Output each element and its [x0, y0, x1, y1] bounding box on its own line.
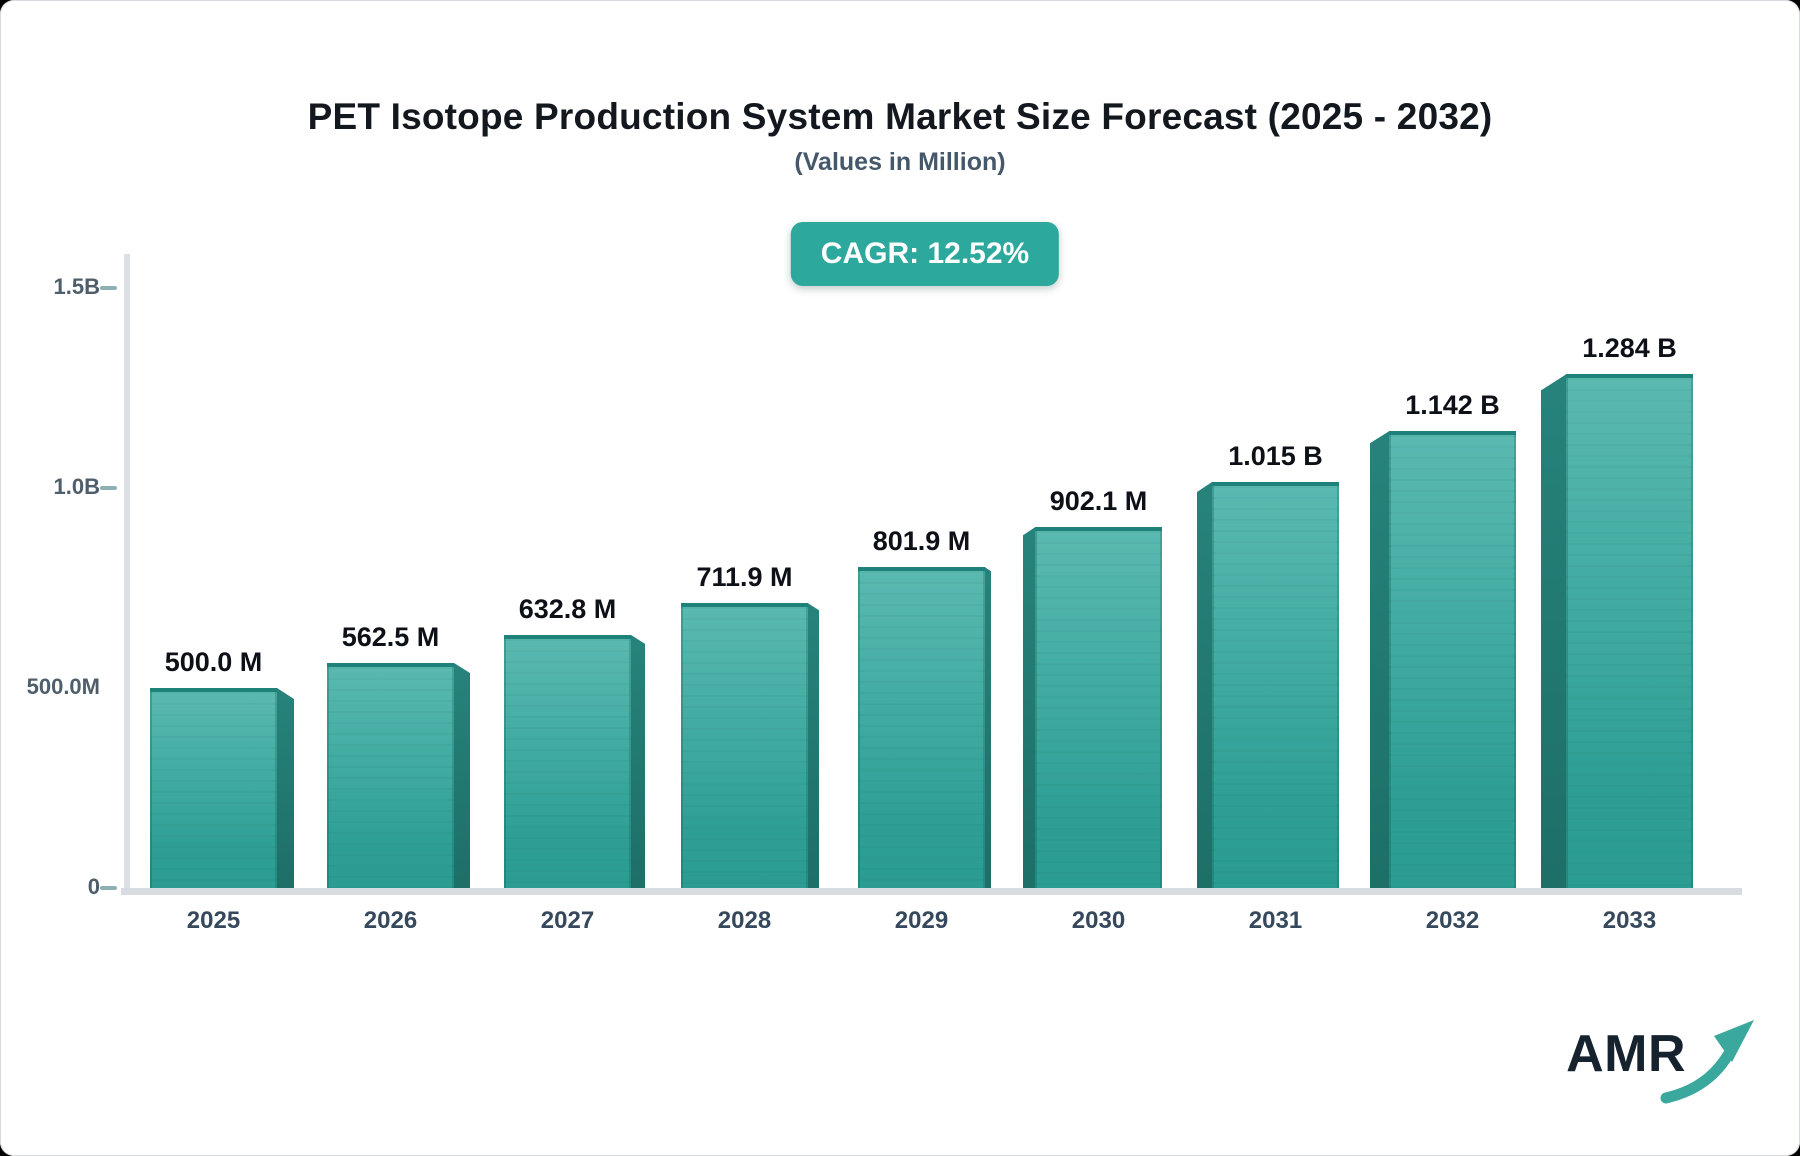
- bar-value-label: 1.284 B: [1582, 333, 1677, 364]
- bar-2025: 500.0 M: [150, 647, 294, 888]
- bar-value-label: 1.142 B: [1405, 390, 1500, 421]
- bar-front-face: [1035, 527, 1162, 888]
- chart-title: PET Isotope Production System Market Siz…: [307, 96, 1493, 137]
- x-axis-label-2025: 2025: [186, 907, 241, 934]
- bar-front-face: [504, 634, 631, 888]
- y-tick-label: 500.0M: [26, 674, 100, 699]
- bar-side-face: [454, 663, 470, 888]
- growth-arrow-icon: [1660, 1020, 1754, 1104]
- bar-value-label: 801.9 M: [872, 526, 971, 557]
- bar-value-label: 902.1 M: [1049, 486, 1148, 517]
- bar-side-face: [1197, 482, 1212, 888]
- bar-side-face: [808, 603, 819, 888]
- x-axis-label-2027: 2027: [540, 907, 595, 934]
- y-tick-dash: [100, 286, 117, 290]
- x-axis-label-2033: 2033: [1602, 907, 1657, 934]
- bar-2029: 801.9 M: [858, 526, 991, 888]
- bar-value-label: 632.8 M: [518, 593, 617, 624]
- bar-value-label: 500.0 M: [164, 647, 263, 677]
- bar-front-face: [1212, 482, 1339, 888]
- y-axis-line: [124, 254, 130, 895]
- bar-side-face: [985, 567, 991, 888]
- bar-2032: 1.142 B: [1370, 390, 1516, 888]
- y-tick-label: 0: [87, 874, 100, 899]
- y-tick-label: 1.5B: [53, 274, 100, 299]
- bar-2033: 1.284 B: [1541, 333, 1693, 888]
- cagr-badge: CAGR: 12.52%: [790, 222, 1060, 286]
- x-axis-label-2030: 2030: [1071, 907, 1126, 934]
- bar-side-face: [1541, 374, 1566, 888]
- y-tick-label: 1.0B: [53, 474, 100, 499]
- bar-2031: 1.015 B: [1197, 441, 1339, 888]
- bar-front-face: [1389, 431, 1516, 888]
- bar-2028: 711.9 M: [681, 562, 819, 888]
- bar-2026: 562.5 M: [327, 622, 470, 888]
- bar-side-face: [1023, 527, 1035, 888]
- bar-front-face: [681, 603, 808, 888]
- bar-front-face: [150, 688, 277, 888]
- chart-canvas: PET Isotope Production System Market Siz…: [0, 0, 1800, 1156]
- plot-area: 1.5B 1.0B 500.0M 0 500.0 M 2025 562.5 M 2026 63…: [0, 254, 1800, 934]
- bar-side-face: [631, 634, 645, 888]
- x-axis-label-2031: 2031: [1248, 907, 1303, 934]
- chart-subtitle: (Values in Million): [794, 148, 1006, 176]
- x-axis-baseline: [121, 888, 1742, 895]
- bar-front-face: [858, 567, 985, 888]
- y-tick-dash: [100, 486, 117, 490]
- bar-side-face: [1370, 431, 1389, 888]
- bar-side-face: [277, 688, 294, 888]
- y-tick-dash: [100, 886, 117, 890]
- bar-front-face: [327, 663, 454, 888]
- x-axis-label-2032: 2032: [1425, 907, 1480, 934]
- bar-front-face: [1566, 374, 1693, 888]
- bar-value-label: 711.9 M: [696, 562, 793, 593]
- x-axis-label-2029: 2029: [894, 907, 949, 934]
- bar-value-label: 1.015 B: [1228, 441, 1323, 471]
- bar-2030: 902.1 M: [1023, 486, 1162, 888]
- amr-logo: AMR: [1566, 1020, 1760, 1108]
- x-axis-label-2028: 2028: [717, 907, 772, 934]
- bar-value-label: 562.5 M: [341, 622, 440, 652]
- x-axis-label-2026: 2026: [363, 907, 418, 934]
- bar-2027: 632.8 M: [504, 594, 645, 888]
